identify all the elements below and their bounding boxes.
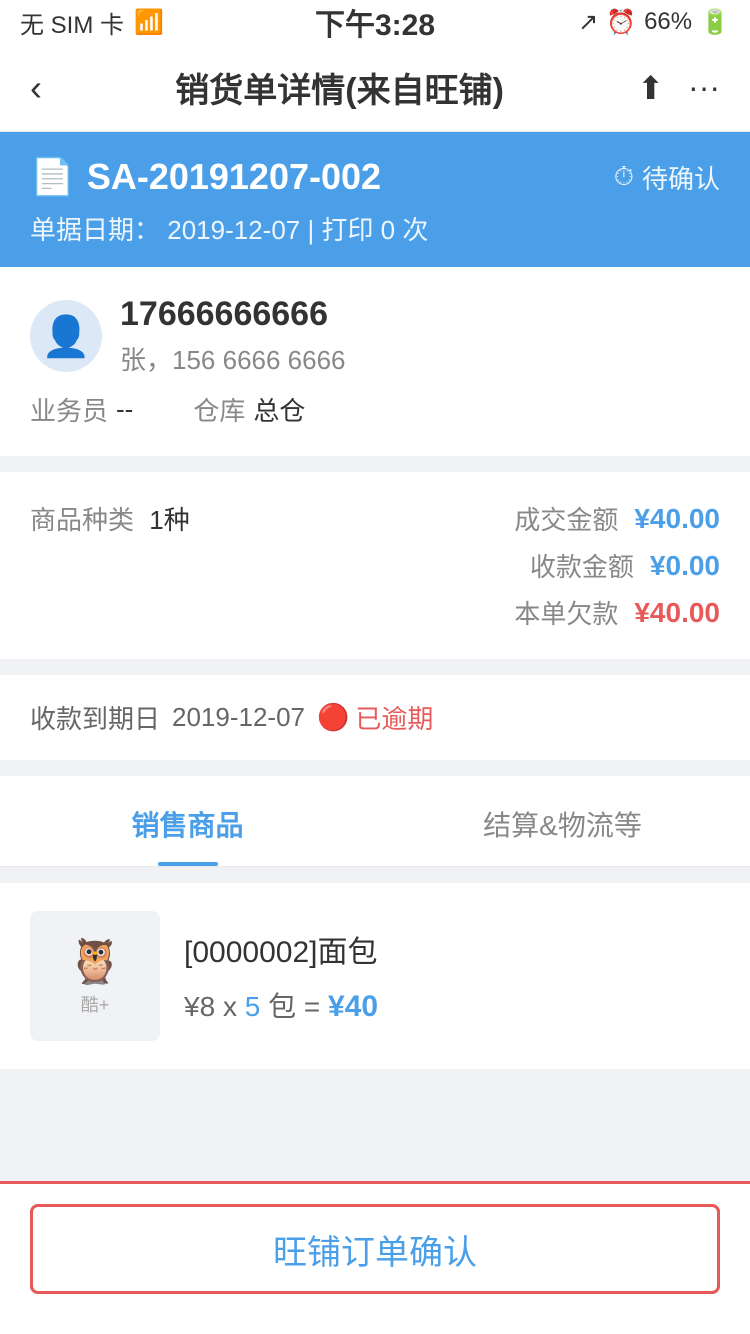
share-icon[interactable]: ⬆ (637, 69, 664, 107)
tab-sales-products[interactable]: 销售商品 (0, 776, 375, 866)
carrier-text: 无 SIM 卡 (20, 5, 124, 40)
price-unit: ¥8 (184, 991, 215, 1022)
sales-label: 业务员 (30, 391, 108, 428)
amount-value: ¥40.00 (634, 503, 720, 535)
warehouse-value: 总仓 (253, 391, 305, 428)
summary-section: 商品种类 1种 成交金额 ¥40.00 收款金额 ¥0.00 本单欠款 ¥40.… (0, 472, 750, 659)
status-bar: 无 SIM 卡 📶 下午3:28 ↗ ⏰ 66% 🔋 (0, 0, 750, 44)
product-thumb-inner: 🦉 酷+ (68, 935, 123, 1017)
warehouse-label: 仓库 (193, 391, 245, 428)
owed-row: 本单欠款 ¥40.00 (514, 594, 720, 631)
page-title: 销货单详情(来自旺铺) (175, 63, 504, 112)
order-id: 📄 SA-20191207-002 (30, 156, 381, 198)
overdue-icon: 🔴 (317, 702, 349, 733)
product-thumbnail: 🦉 酷+ (30, 911, 160, 1041)
received-row: 收款金额 ¥0.00 (530, 547, 720, 584)
customer-section: 👤 17666666666 张，156 6666 6666 业务员 -- 仓库 … (0, 267, 750, 456)
product-item: 🦉 酷+ [0000002]面包 ¥8 x 5 包 = ¥40 (0, 883, 750, 1069)
product-code: [0000002] (184, 936, 317, 969)
received-value: ¥0.00 (650, 550, 720, 582)
sales-value: -- (116, 394, 133, 425)
summary-left: 商品种类 1种 (30, 500, 375, 537)
product-total: ¥40 (328, 990, 378, 1023)
amount-row: 成交金额 ¥40.00 (514, 500, 720, 537)
product-qty: 5 (245, 991, 261, 1022)
product-info: [0000002]面包 ¥8 x 5 包 = ¥40 (184, 927, 720, 1025)
tab-settlement-logistics[interactable]: 结算&物流等 (375, 776, 750, 866)
equals-sign: = (304, 991, 320, 1022)
alarm-icon: ⏰ (606, 8, 636, 37)
customer-info: 17666666666 张，156 6666 6666 (120, 295, 720, 377)
owed-label: 本单欠款 (514, 594, 618, 631)
product-title: 面包 (317, 936, 377, 969)
order-status: ⏱ 待确认 (614, 159, 720, 196)
multiply-sign: x (223, 991, 237, 1022)
nav-actions: ⬆ ··· (637, 69, 720, 107)
product-logo-text: 酷+ (81, 991, 110, 1017)
product-logo-icon: 🦉 (68, 935, 123, 987)
battery-text: 66% (644, 8, 692, 36)
received-label: 收款金额 (530, 547, 634, 584)
status-right: ↗ ⏰ 66% 🔋 (578, 8, 730, 37)
order-header: 📄 SA-20191207-002 ⏱ 待确认 单据日期： 2019-12-07… (0, 132, 750, 267)
overdue-badge: 🔴 已逾期 (317, 699, 433, 736)
unit-label: 包 (268, 991, 296, 1022)
order-date-row: 单据日期： 2019-12-07 | 打印 0 次 (30, 210, 720, 247)
order-icon: 📄 (30, 156, 75, 198)
status-left: 无 SIM 卡 📶 (20, 5, 164, 40)
customer-phone: 17666666666 (120, 295, 720, 334)
sales-meta: 业务员 -- (30, 391, 133, 428)
more-icon[interactable]: ··· (688, 69, 720, 106)
product-name: [0000002]面包 (184, 927, 720, 971)
wifi-icon: 📶 (134, 8, 164, 37)
location-icon: ↗ (578, 8, 598, 37)
customer-meta: 业务员 -- 仓库 总仓 (30, 391, 720, 428)
order-id-text: SA-20191207-002 (87, 156, 381, 198)
due-date: 2019-12-07 (172, 702, 305, 733)
avatar-icon: 👤 (41, 313, 91, 360)
tabs-bar: 销售商品 结算&物流等 (0, 776, 750, 867)
customer-row: 👤 17666666666 张，156 6666 6666 (30, 295, 720, 377)
status-text: 待确认 (642, 159, 720, 196)
date-label: 单据日期： (30, 215, 160, 245)
owed-value: ¥40.00 (634, 597, 720, 629)
bottom-action-bar: 旺铺订单确认 (0, 1181, 750, 1334)
status-time: 下午3:28 (315, 0, 435, 44)
due-label: 收款到期日 (30, 699, 160, 736)
nav-bar: ‹ 销货单详情(来自旺铺) ⬆ ··· (0, 44, 750, 132)
print-info: | 打印 0 次 (307, 215, 428, 245)
clock-icon: ⏱ (614, 161, 634, 193)
product-type-label: 商品种类 (30, 505, 134, 535)
overdue-text: 已逾期 (355, 699, 433, 736)
back-button[interactable]: ‹ (30, 67, 42, 109)
confirm-order-button[interactable]: 旺铺订单确认 (30, 1204, 720, 1294)
summary-right: 成交金额 ¥40.00 收款金额 ¥0.00 本单欠款 ¥40.00 (375, 500, 720, 631)
customer-avatar: 👤 (30, 300, 102, 372)
battery-icon: 🔋 (700, 8, 730, 37)
due-section: 收款到期日 2019-12-07 🔴 已逾期 (0, 675, 750, 760)
amount-label: 成交金额 (514, 500, 618, 537)
product-price: ¥8 x 5 包 = ¥40 (184, 985, 720, 1025)
warehouse-meta: 仓库 总仓 (193, 391, 305, 428)
product-type-value: 1种 (149, 505, 189, 535)
order-date: 2019-12-07 (167, 215, 300, 245)
order-id-row: 📄 SA-20191207-002 ⏱ 待确认 (30, 156, 720, 198)
customer-name: 张，156 6666 6666 (120, 340, 720, 377)
